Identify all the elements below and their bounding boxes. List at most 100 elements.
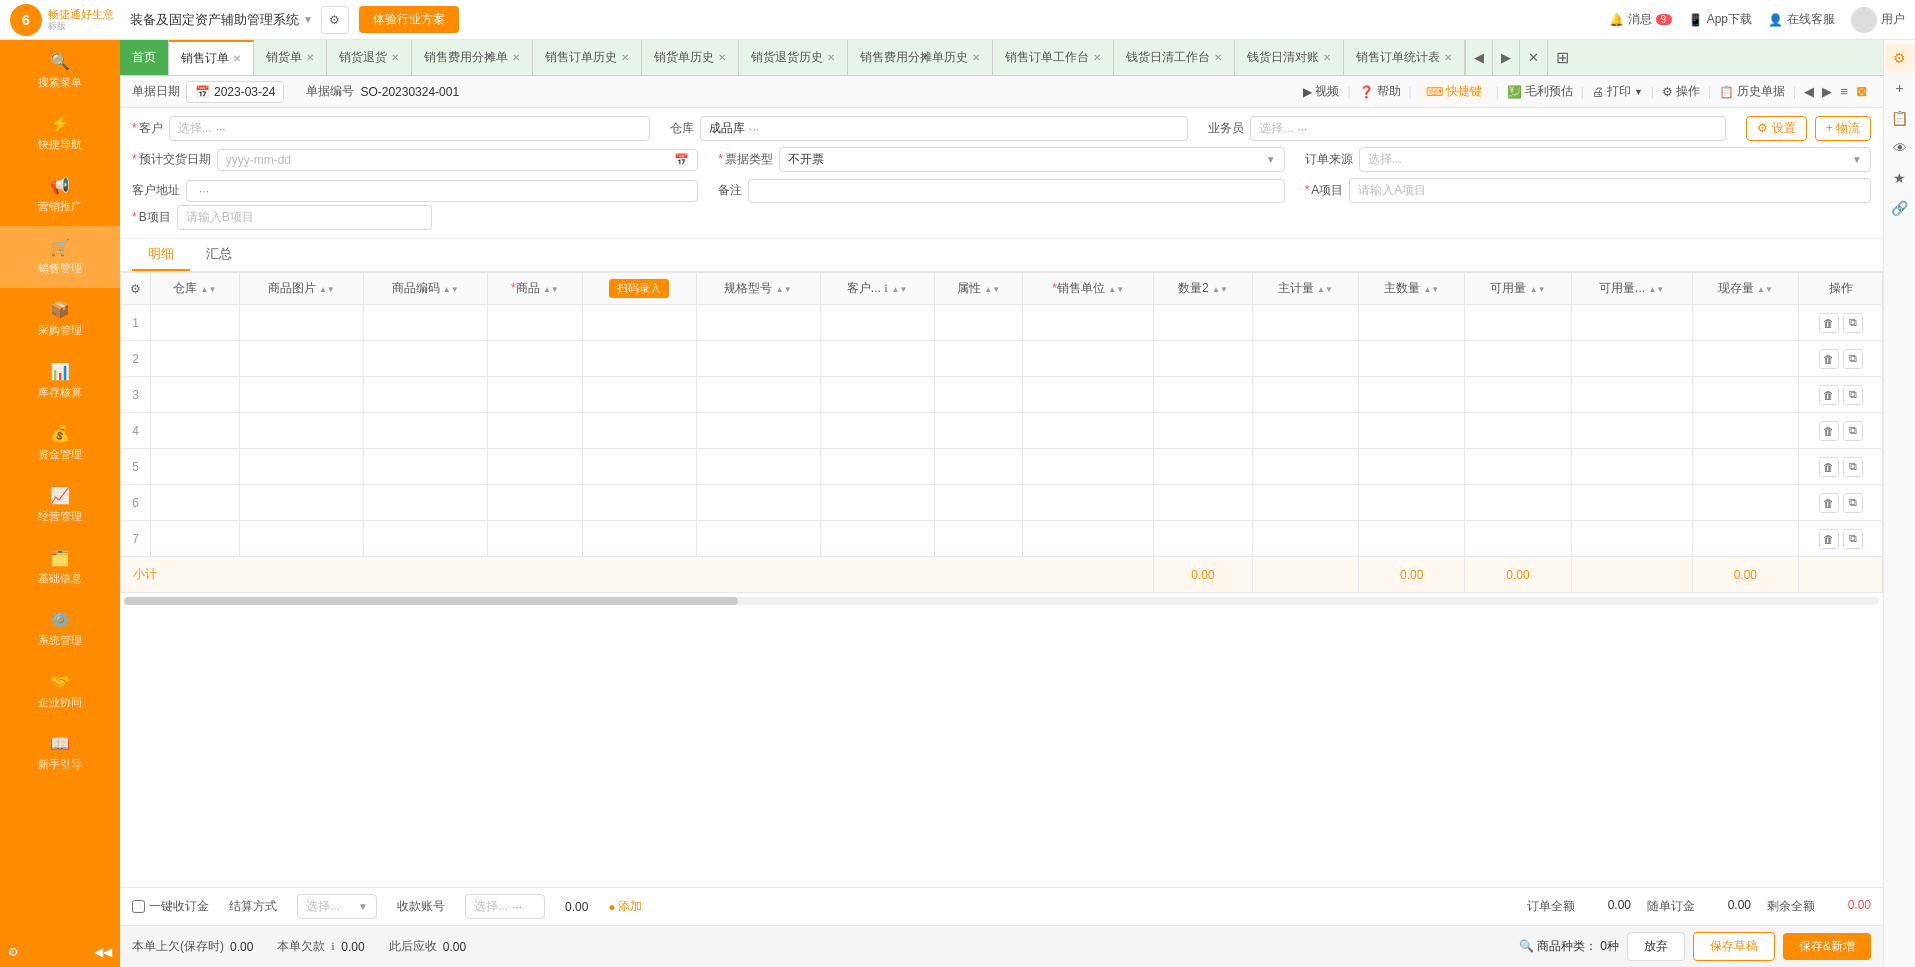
scrollbar-area[interactable] [120,593,1883,609]
row-3-delete-btn[interactable]: 🗑 [1819,385,1839,405]
row-6-qty2[interactable] [1154,485,1252,521]
customer-more-icon[interactable]: ··· [216,122,226,136]
row-2-sales-unit[interactable] [1023,341,1154,377]
row-4-delete-btn[interactable]: 🗑 [1819,421,1839,441]
tab-close-return-history[interactable]: ✕ [718,52,726,63]
settings-gear-btn[interactable]: ⚙ [321,6,349,34]
account-more-icon[interactable]: ··· [512,900,522,914]
row-1-main-unit[interactable] [1252,305,1358,341]
app-download-btn[interactable]: 📱 App下载 [1688,11,1752,28]
tab-close-fee-history[interactable]: ✕ [972,52,980,63]
row-3-warehouse[interactable] [151,377,240,413]
row-3-available[interactable] [1465,377,1571,413]
row-1-available[interactable] [1465,305,1571,341]
customer-code-sort-icon[interactable]: ▲▼ [892,285,908,294]
sidebar-item-search[interactable]: 🔍 搜索菜单 [0,40,120,102]
attribute-sort-icon[interactable]: ▲▼ [984,285,1000,294]
tab-sales-order[interactable]: 销售订单 ✕ [169,40,254,75]
address-input[interactable]: ··· [186,180,698,202]
row-7-customer-code[interactable] [820,521,934,557]
row-1-sales-unit[interactable] [1023,305,1154,341]
row-7-available[interactable] [1465,521,1571,557]
row-5-spec[interactable] [696,449,820,485]
tab-close-sales-refund[interactable]: ✕ [391,52,399,63]
row-1-product[interactable] [487,305,583,341]
tab-fee-split[interactable]: 销售费用分摊单 ✕ [412,40,533,75]
row-5-product-image[interactable] [239,449,363,485]
row-5-product[interactable] [487,449,583,485]
row-6-delete-btn[interactable]: 🗑 [1819,493,1839,513]
main-unit-sort-icon[interactable]: ▲▼ [1317,285,1333,294]
right-panel-link-icon[interactable]: 🔗 [1886,194,1914,222]
row-7-delete-btn[interactable]: 🗑 [1819,529,1839,549]
row-7-product-code[interactable] [363,521,487,557]
invoice-type-select[interactable]: 不开票 ▼ [779,147,1285,172]
remark-input[interactable] [748,179,1284,203]
row-1-attribute[interactable] [934,305,1023,341]
a-project-input[interactable]: 请输入A项目 [1349,178,1871,203]
sidebar-item-operations[interactable]: 📈 经营管理 [0,474,120,536]
solution-btn[interactable]: 体验行业方案 [359,6,459,33]
row-7-qty2[interactable] [1154,521,1252,557]
row-1-available2[interactable] [1571,305,1692,341]
user-avatar-btn[interactable]: 用户 [1851,7,1905,33]
row-1-customer-code[interactable] [820,305,934,341]
row-6-current-stock[interactable] [1692,485,1798,521]
shortcut-btn[interactable]: ⌨ 快捷键 [1420,81,1488,102]
tab-close-cash-reconcile[interactable]: ✕ [1323,52,1331,63]
row-6-available[interactable] [1465,485,1571,521]
row-3-main-qty[interactable] [1359,377,1465,413]
row-4-attribute[interactable] [934,413,1023,449]
row-3-customer-code[interactable] [820,377,934,413]
row-7-main-unit[interactable] [1252,521,1358,557]
row-2-warehouse[interactable] [151,341,240,377]
row-3-copy-btn[interactable]: ⧉ [1843,385,1863,405]
address-more-icon[interactable]: ··· [199,184,209,198]
tab-cash-daily[interactable]: 钱货日清工作台 ✕ [1114,40,1235,75]
sidebar-collapse-icon[interactable]: ◀◀ [94,945,112,959]
save-new-btn[interactable]: 保存&新增 [1783,933,1871,960]
row-6-sales-unit[interactable] [1023,485,1154,521]
sidebar-item-system[interactable]: ⚙️ 系统管理 [0,598,120,660]
row-5-copy-btn[interactable]: ⧉ [1843,457,1863,477]
print-btn[interactable]: 🖨 打印 ▼ [1592,83,1643,100]
row-7-sales-unit[interactable] [1023,521,1154,557]
sidebar-item-inventory[interactable]: 📊 库存核算 [0,350,120,412]
row-3-available2[interactable] [1571,377,1692,413]
row-1-warehouse[interactable] [151,305,240,341]
b-project-input[interactable]: 请输入B项目 [177,205,432,230]
tab-close-all-btn[interactable]: ✕ [1519,40,1547,75]
tab-detail[interactable]: 明细 [132,239,190,271]
right-panel-material-icon[interactable]: 📋 [1886,104,1914,132]
row-6-product-code[interactable] [363,485,487,521]
tab-return-history[interactable]: 销货单历史 ✕ [642,40,739,75]
row-1-spec[interactable] [696,305,820,341]
payment-method-select[interactable]: 选择... ▼ [297,894,377,919]
tab-summary[interactable]: 汇总 [190,239,248,271]
warehouse-input[interactable]: 成品库 ··· [700,116,1188,141]
row-7-attribute[interactable] [934,521,1023,557]
discard-btn[interactable]: 放弃 [1627,932,1685,961]
warehouse-sort-icon[interactable]: ▲▼ [201,285,217,294]
row-2-main-qty[interactable] [1359,341,1465,377]
customer-input[interactable]: 选择... ··· [169,116,650,141]
row-2-available2[interactable] [1571,341,1692,377]
row-2-available[interactable] [1465,341,1571,377]
operations-btn[interactable]: ⚙ 操作 [1662,83,1700,100]
row-2-attribute[interactable] [934,341,1023,377]
customer-code-info-icon[interactable]: ℹ [884,283,888,294]
history-btn[interactable]: 📋 历史单据 [1719,83,1785,100]
row-6-product-image[interactable] [239,485,363,521]
tab-sales-refund[interactable]: 销货退货 ✕ [327,40,412,75]
tab-close-sales-stats[interactable]: ✕ [1444,52,1452,63]
date-input[interactable]: 📅 2023-03-24 [186,81,284,103]
order-source-select[interactable]: 选择... ▼ [1359,147,1871,172]
row-4-current-stock[interactable] [1692,413,1798,449]
row-5-attribute[interactable] [934,449,1023,485]
row-3-main-unit[interactable] [1252,377,1358,413]
tab-close-sales-return[interactable]: ✕ [306,52,314,63]
row-4-main-qty[interactable] [1359,413,1465,449]
debt-info-icon[interactable]: ℹ [331,941,335,952]
next-record-btn[interactable]: ▶ [1822,84,1832,99]
row-2-copy-btn[interactable]: ⧉ [1843,349,1863,369]
